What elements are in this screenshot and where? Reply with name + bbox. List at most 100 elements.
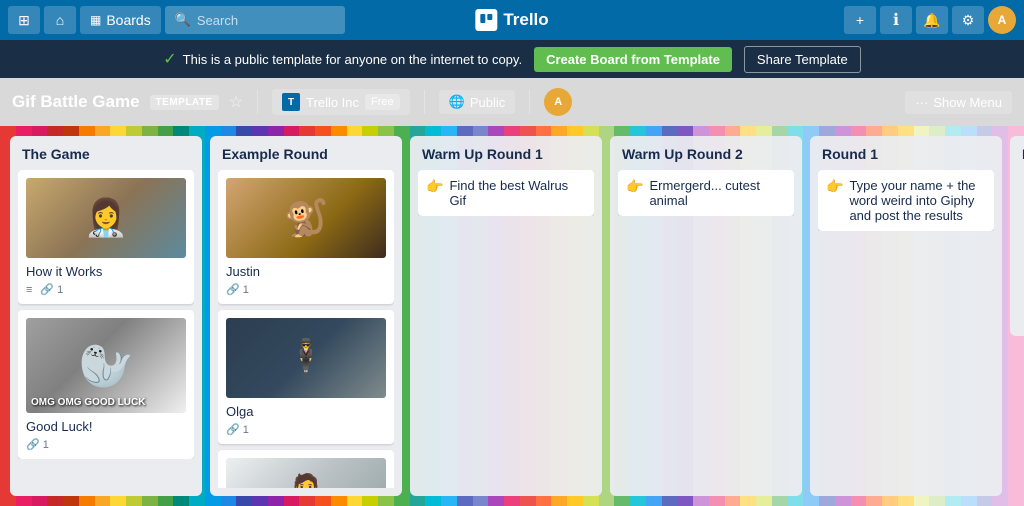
card-title-good-luck: Good Luck!: [26, 419, 186, 434]
list-warm-up-round-2: Warm Up Round 2 👉 Ermergerd... cutest an…: [610, 136, 802, 496]
board-header: Gif Battle Game TEMPLATE ☆ T Trello Inc …: [0, 78, 1024, 126]
trello-logo-icon: [475, 9, 497, 31]
card-good-luck[interactable]: 🦭 OMG OMG GOOD LUCK Good Luck! 🔗 1: [18, 310, 194, 459]
man-emoji: 🧑‍💼: [289, 472, 324, 489]
list-header-the-game: The Game: [18, 144, 194, 170]
search-bar[interactable]: 🔍 Search: [165, 6, 345, 34]
card-walrus-gif[interactable]: 👉 Find the best Walrus Gif: [418, 170, 594, 216]
divider3: [529, 90, 530, 114]
workspace-badge[interactable]: T Trello Inc Free: [272, 89, 410, 115]
card-title-justin: Justin: [226, 264, 386, 279]
gear-icon: ⚙: [962, 12, 975, 29]
list-header-round-1: Round 1: [818, 144, 994, 170]
card-title-animal: Ermergerd... cutest animal: [649, 178, 786, 208]
card-meta-olga: 🔗 1: [226, 423, 386, 436]
attachment-count3: 1: [243, 284, 249, 296]
star-button[interactable]: ☆: [229, 92, 243, 112]
card-third[interactable]: 🧑‍💼: [218, 450, 394, 488]
gear-button[interactable]: ⚙: [952, 6, 984, 34]
search-placeholder: Search: [197, 13, 238, 28]
home-button[interactable]: ⌂: [44, 6, 76, 34]
list-partial-right: Ro...: [1010, 136, 1024, 336]
list-the-game: The Game 👩‍⚕️ How it Works ≡ 🔗 1: [10, 136, 202, 496]
boards-button[interactable]: ▦ Boards: [80, 6, 161, 34]
card-olga[interactable]: 🕴 Olga 🔗 1: [218, 310, 394, 444]
card-image-nurse: 👩‍⚕️: [26, 178, 186, 258]
list-example-round: Example Round 🐒 Justin 🔗 1: [210, 136, 402, 496]
workspace-name: Trello Inc: [306, 95, 359, 110]
description-icon: ≡: [26, 284, 32, 296]
boards-icon: ▦: [90, 13, 101, 27]
top-nav: ⊞ ⌂ ▦ Boards 🔍 Search Trello + ℹ 🔔 ⚙: [0, 0, 1024, 40]
boards-label: Boards: [106, 12, 150, 28]
monkey-emoji: 🐒: [284, 197, 329, 239]
show-menu-label: Show Menu: [933, 95, 1002, 110]
logo-text: Trello: [503, 10, 548, 30]
card-image-monkey: 🐒: [226, 178, 386, 258]
visibility-badge[interactable]: 🌐 Public: [439, 90, 516, 114]
check-icon: ✓: [163, 49, 176, 69]
attachment-icon-group: 🔗 1: [40, 283, 63, 296]
grid-icon: ⊞: [18, 12, 30, 29]
suit-emoji: 🕴: [284, 337, 329, 379]
pointer-emoji-animal: 👉: [626, 178, 643, 195]
attachment-icon-group2: 🔗 1: [26, 438, 49, 451]
card-title-how-it-works: How it Works: [26, 264, 186, 279]
card-title-olga: Olga: [226, 404, 386, 419]
show-menu-icon: ···: [915, 95, 928, 110]
attachment-count4: 1: [243, 424, 249, 436]
attachment-icon-group4: 🔗 1: [226, 423, 249, 436]
info-icon: ℹ: [893, 10, 899, 30]
list-cards-warm-up-1: 👉 Find the best Walrus Gif: [418, 170, 594, 216]
card-title-walrus: Find the best Walrus Gif: [449, 178, 586, 208]
search-icon: 🔍: [175, 12, 191, 28]
globe-icon: 🌐: [449, 94, 465, 110]
list-cards-the-game: 👩‍⚕️ How it Works ≡ 🔗 1: [18, 170, 194, 459]
attachment-icon3: 🔗: [226, 283, 240, 296]
card-pointer-round1: 👉 Type your name + the word weird into G…: [826, 178, 986, 223]
description-icon-group: ≡: [26, 284, 32, 296]
card-how-it-works[interactable]: 👩‍⚕️ How it Works ≡ 🔗 1: [18, 170, 194, 304]
pointer-emoji-walrus: 👉: [426, 178, 443, 195]
banner-text: This is a public template for anyone on …: [183, 52, 522, 67]
divider2: [424, 90, 425, 114]
bell-button[interactable]: 🔔: [916, 6, 948, 34]
card-round1-giphy[interactable]: 👉 Type your name + the word weird into G…: [818, 170, 994, 231]
card-pointer-walrus: 👉 Find the best Walrus Gif: [426, 178, 586, 208]
card-meta-good-luck: 🔗 1: [26, 438, 186, 451]
walrus-emoji: 🦭: [79, 340, 134, 392]
info-button[interactable]: ℹ: [880, 6, 912, 34]
share-template-button[interactable]: Share Template: [744, 46, 861, 73]
attachment-icon: 🔗: [40, 283, 54, 296]
grid-button[interactable]: ⊞: [8, 6, 40, 34]
workspace-icon: T: [282, 93, 300, 111]
free-badge: Free: [365, 94, 400, 110]
plus-button[interactable]: +: [844, 6, 876, 34]
lists-container: The Game 👩‍⚕️ How it Works ≡ 🔗 1: [0, 126, 1024, 506]
card-meta-how-it-works: ≡ 🔗 1: [26, 283, 186, 296]
user-avatar[interactable]: A: [988, 6, 1016, 34]
divider: [257, 90, 258, 114]
show-menu-button[interactable]: ··· Show Menu: [905, 91, 1012, 114]
list-header-example-round: Example Round: [218, 144, 394, 170]
board-member-avatar[interactable]: A: [544, 88, 572, 116]
omg-text: OMG OMG GOOD LUCK: [31, 397, 145, 408]
list-warm-up-round-1: Warm Up Round 1 👉 Find the best Walrus G…: [410, 136, 602, 496]
star-icon: ☆: [229, 94, 243, 111]
card-image-suit: 🕴: [226, 318, 386, 398]
attachment-icon2: 🔗: [26, 438, 40, 451]
list-cards-warm-up-2: 👉 Ermergerd... cutest animal: [618, 170, 794, 216]
template-badge: TEMPLATE: [150, 95, 219, 110]
create-board-button[interactable]: Create Board from Template: [534, 47, 732, 72]
list-cards-round-1: 👉 Type your name + the word weird into G…: [818, 170, 994, 231]
bell-icon: 🔔: [923, 12, 940, 29]
card-cutest-animal[interactable]: 👉 Ermergerd... cutest animal: [618, 170, 794, 216]
card-justin[interactable]: 🐒 Justin 🔗 1: [218, 170, 394, 304]
card-image-walrus: 🦭 OMG OMG GOOD LUCK: [26, 318, 186, 413]
card-pointer-animal: 👉 Ermergerd... cutest animal: [626, 178, 786, 208]
nav-right: + ℹ 🔔 ⚙ A: [844, 6, 1016, 34]
card-meta-justin: 🔗 1: [226, 283, 386, 296]
card-title-round1: Type your name + the word weird into Gip…: [849, 178, 986, 223]
nurse-emoji: 👩‍⚕️: [84, 197, 129, 239]
attachment-icon-group3: 🔗 1: [226, 283, 249, 296]
